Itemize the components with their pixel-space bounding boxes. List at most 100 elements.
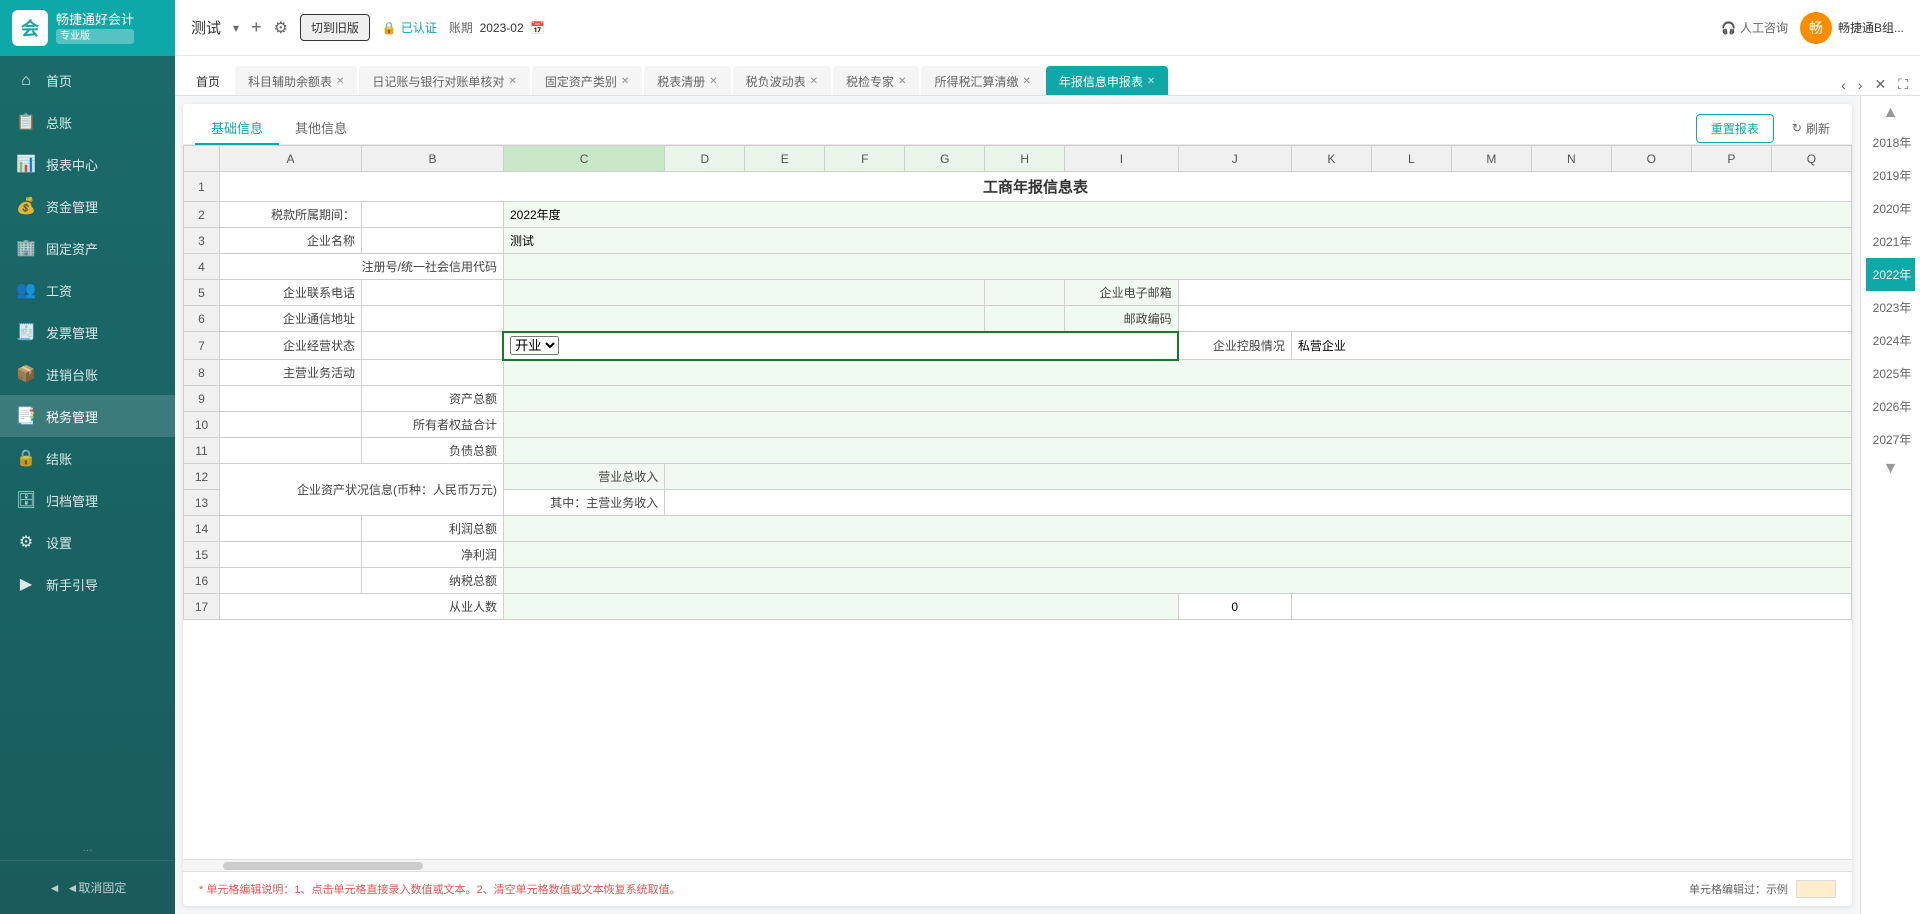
tab-close-all[interactable]: ✕ (1870, 74, 1890, 95)
cell-r17-c2[interactable] (503, 594, 1178, 620)
tab-nav-next[interactable]: › (1854, 75, 1867, 95)
tab-close-tax-table[interactable]: ✕ (709, 76, 717, 87)
year-item-2025[interactable]: 2025年 (1866, 357, 1916, 390)
cell-r3-c2[interactable]: 测试 (503, 228, 1851, 254)
sidebar-item-tax[interactable]: 📑税务管理 (0, 395, 175, 437)
cell-r6-c7[interactable] (985, 306, 1065, 332)
tab-journal[interactable]: 日记账与银行对账单核对✕ (359, 66, 529, 96)
tab-close-tax-fluctuation[interactable]: ✕ (810, 76, 818, 87)
year-panel-down[interactable]: ▼ (1879, 456, 1903, 482)
sidebar-item-ledger[interactable]: 📋总账 (0, 101, 175, 143)
reset-report-button[interactable]: 重置报表 (1696, 114, 1774, 143)
cell-r16-c2[interactable] (503, 568, 1851, 594)
sidebar-collapse-button[interactable]: ◄ ◄取消固定 (0, 871, 175, 904)
tab-close-income-tax[interactable]: ✕ (1022, 76, 1030, 87)
year-item-2027[interactable]: 2027年 (1866, 423, 1916, 456)
cell-r2-c1[interactable] (361, 202, 503, 228)
tab-tax-expert[interactable]: 税检专家✕ (833, 66, 919, 96)
user-menu[interactable]: 畅 畅捷通B组... (1800, 12, 1904, 44)
tab-fixed-assets-type[interactable]: 固定资产类别✕ (532, 66, 642, 96)
calendar-icon[interactable]: 📅 (530, 21, 545, 35)
cell-r11-c0[interactable] (220, 438, 362, 464)
cell-r10-c2[interactable] (503, 412, 1851, 438)
col-header-A: A (220, 146, 362, 172)
year-item-2026[interactable]: 2026年 (1866, 390, 1916, 423)
dropdown-select-r7[interactable]: 开业注销吊销迁出撤销 (510, 336, 559, 355)
sidebar-item-close[interactable]: 🔒结账 (0, 437, 175, 479)
sidebar-item-invoice[interactable]: 🧾发票管理 (0, 311, 175, 353)
tab-aux-balance[interactable]: 科目辅助余额表✕ (235, 66, 357, 96)
cell-r9-c2[interactable] (503, 386, 1851, 412)
cell-r6-c2[interactable] (503, 306, 984, 332)
nav-icon-cash: 💰 (16, 196, 36, 216)
year-item-2023[interactable]: 2023年 (1866, 291, 1916, 324)
cell-r5-c9[interactable] (1178, 280, 1851, 306)
scrollbar-thumb[interactable] (223, 862, 423, 870)
cell-r5-c2[interactable] (503, 280, 984, 306)
tab-nav-prev[interactable]: ‹ (1837, 75, 1850, 95)
sidebar-item-guide[interactable]: ▶新手引导 (0, 563, 175, 605)
topbar-dropdown-icon[interactable]: ▾ (233, 21, 239, 35)
sidebar-item-home[interactable]: ⌂首页 (0, 60, 175, 101)
cell-r5-c8: 企业电子邮箱 (1065, 280, 1178, 306)
cell-r15-c0[interactable] (220, 542, 362, 568)
cell-r2-c2[interactable]: 2022年度 (503, 202, 1851, 228)
tab-other-info[interactable]: 其他信息 (279, 112, 363, 145)
cell-r4-c2[interactable] (503, 254, 1851, 280)
sidebar-item-archive[interactable]: 🗄归档管理 (0, 479, 175, 521)
sidebar-item-payroll[interactable]: 👥工资 (0, 269, 175, 311)
cell-r5-c7[interactable] (985, 280, 1065, 306)
cell-r17-c9[interactable]: 0 (1178, 594, 1291, 620)
topbar-settings-button[interactable]: ⚙ (274, 18, 288, 38)
tab-close-tax-expert[interactable]: ✕ (898, 76, 906, 87)
sidebar-item-cash[interactable]: 💰资金管理 (0, 185, 175, 227)
year-item-2020[interactable]: 2020年 (1866, 192, 1916, 225)
cell-r15-c2[interactable] (503, 542, 1851, 568)
tab-basic-info[interactable]: 基础信息 (195, 112, 279, 145)
year-item-2024[interactable]: 2024年 (1866, 324, 1916, 357)
cell-r7-c2[interactable]: 开业注销吊销迁出撤销 (503, 332, 1178, 360)
year-item-2018[interactable]: 2018年 (1866, 126, 1916, 159)
cell-r6-c9[interactable] (1178, 306, 1851, 332)
tab-close-aux-balance[interactable]: ✕ (336, 76, 344, 87)
cell-r5-c1[interactable] (361, 280, 503, 306)
cell-r8-c2[interactable] (503, 360, 1851, 386)
cell-r12-c3[interactable] (665, 464, 1852, 490)
cell-r17-c10[interactable] (1291, 594, 1851, 620)
cell-r10-c0[interactable] (220, 412, 362, 438)
cell-r14-c0[interactable] (220, 516, 362, 542)
cell-r16-c0[interactable] (220, 568, 362, 594)
support-button[interactable]: 🎧 人工咨询 (1721, 19, 1788, 36)
horizontal-scrollbar[interactable] (183, 859, 1852, 871)
cell-r9-c0[interactable] (220, 386, 362, 412)
cell-r13-c1[interactable] (665, 490, 1852, 516)
cell-r8-c1[interactable] (361, 360, 503, 386)
cell-r14-c2[interactable] (503, 516, 1851, 542)
sidebar-item-purchase-sale[interactable]: 📦进销台账 (0, 353, 175, 395)
sidebar-item-reports[interactable]: 📊报表中心 (0, 143, 175, 185)
tab-close-journal[interactable]: ✕ (508, 76, 516, 87)
cell-r7-c10[interactable]: 私营企业 (1291, 332, 1851, 360)
year-panel-up[interactable]: ▲ (1879, 100, 1903, 126)
tab-close-fixed-assets-type[interactable]: ✕ (621, 76, 629, 87)
cell-r7-c1[interactable] (361, 332, 503, 360)
tab-tax-fluctuation[interactable]: 税负波动表✕ (733, 66, 831, 96)
tab-home[interactable]: 首页 (183, 66, 233, 96)
cell-r6-c1[interactable] (361, 306, 503, 332)
sidebar-item-settings[interactable]: ⚙设置 (0, 521, 175, 563)
tab-expand[interactable]: ⛶ (1894, 74, 1912, 95)
refresh-button[interactable]: ↻ 刷新 (1782, 115, 1840, 142)
topbar-add-button[interactable]: + (251, 17, 262, 38)
year-item-2019[interactable]: 2019年 (1866, 159, 1916, 192)
spreadsheet-container[interactable]: ABCDEFGHIJKLMNOPQ1工商年报信息表2税款所属期间：2022年度3… (183, 145, 1852, 859)
tab-close-annual-report[interactable]: ✕ (1147, 76, 1155, 87)
switch-old-version-button[interactable]: 切到旧版 (300, 14, 370, 41)
year-item-2022[interactable]: 2022年 (1866, 258, 1916, 291)
tab-annual-report[interactable]: 年报信息申报表✕ (1046, 66, 1168, 96)
cell-r3-c1[interactable] (361, 228, 503, 254)
tab-income-tax[interactable]: 所得税汇算清缴✕ (921, 66, 1043, 96)
year-item-2021[interactable]: 2021年 (1866, 225, 1916, 258)
sidebar-item-fixed-assets[interactable]: 🏢固定资产 (0, 227, 175, 269)
cell-r11-c2[interactable] (503, 438, 1851, 464)
tab-tax-table[interactable]: 税表清册✕ (644, 66, 730, 96)
